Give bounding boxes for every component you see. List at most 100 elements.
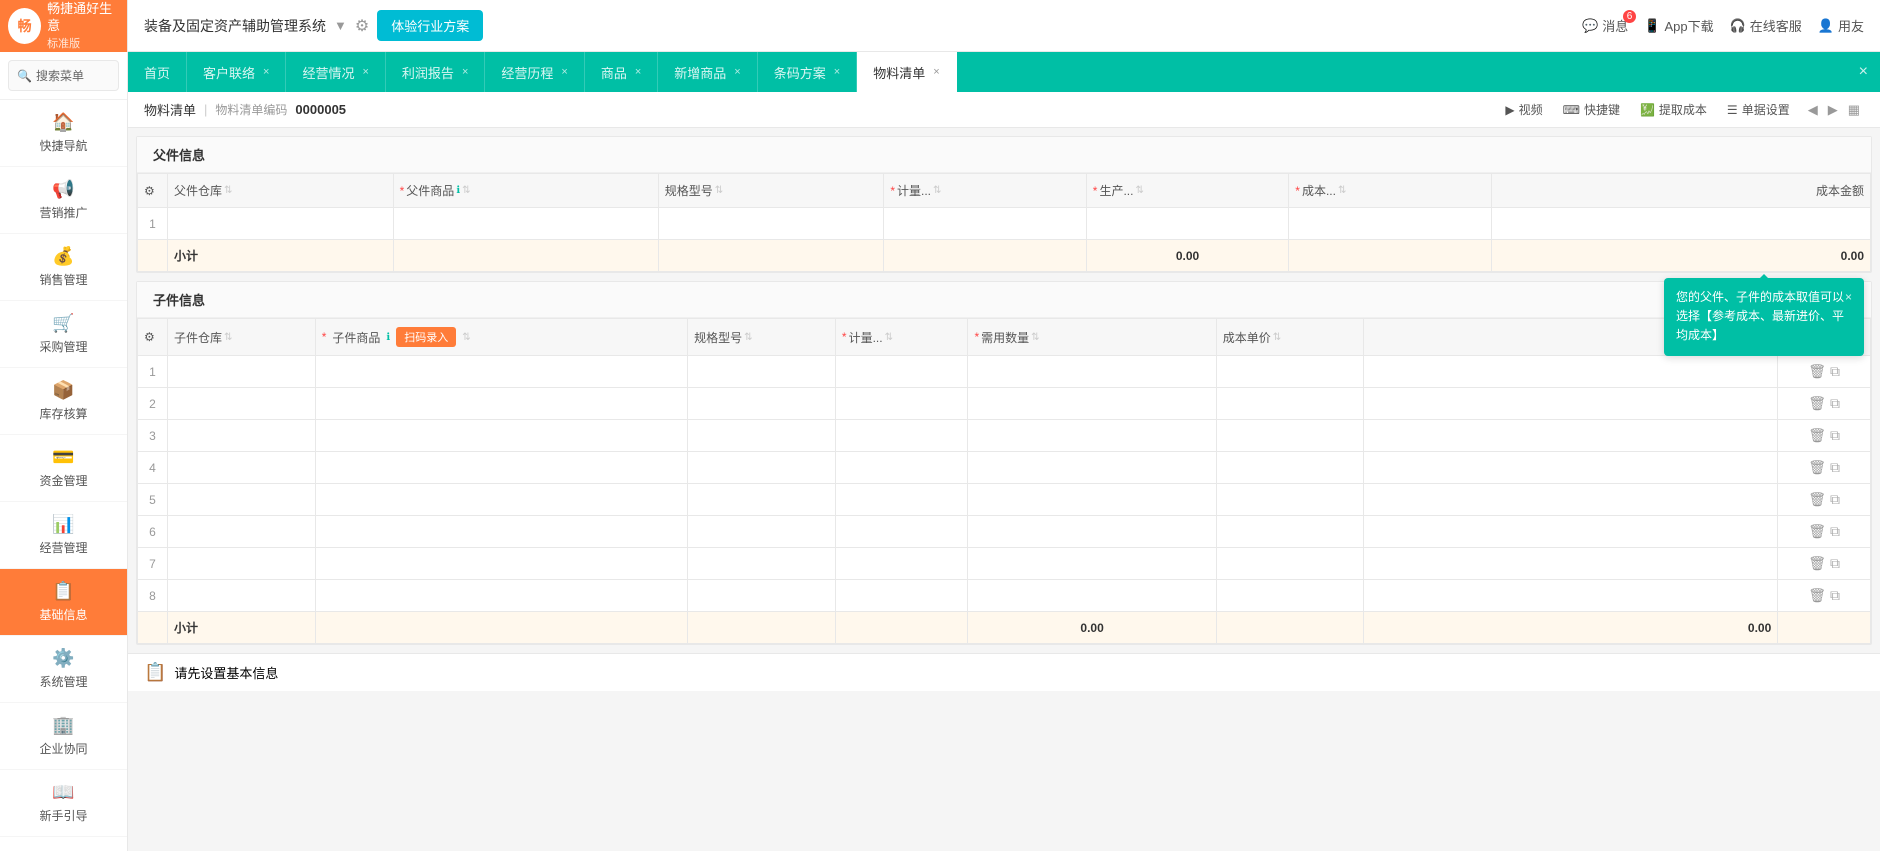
child-cell-product-3[interactable] <box>315 420 687 452</box>
copy-row-2-button[interactable]: ⧉ <box>1830 395 1840 412</box>
user-button[interactable]: 👤 用友 <box>1818 16 1864 35</box>
tab-close-barcode[interactable]: × <box>834 66 840 78</box>
settings-icon[interactable]: ⚙ <box>355 16 369 36</box>
child-product-info-icon[interactable]: ℹ <box>386 332 390 343</box>
sidebar-item-marketing[interactable]: 📢 营销推广 <box>0 167 127 234</box>
tab-operations-status[interactable]: 经营情况 × <box>286 52 385 92</box>
child-cell-product-8[interactable] <box>315 580 687 612</box>
child-cell-product-6[interactable] <box>315 516 687 548</box>
child-cell-warehouse-3[interactable] <box>168 420 316 452</box>
child-cell-warehouse-7[interactable] <box>168 548 316 580</box>
view-video-button[interactable]: ▶ 视频 <box>1499 97 1548 122</box>
child-cell-spec-8[interactable] <box>688 580 836 612</box>
copy-row-7-button[interactable]: ⧉ <box>1830 555 1840 572</box>
child-cell-spec-3[interactable] <box>688 420 836 452</box>
child-cell-unit-cost-7[interactable] <box>1216 548 1364 580</box>
online-service-button[interactable]: 🎧 在线客服 <box>1730 16 1802 35</box>
child-cell-required-qty-7[interactable] <box>968 548 1216 580</box>
delete-row-1-button[interactable]: 🗑 <box>1808 363 1826 380</box>
delete-row-4-button[interactable]: 🗑 <box>1808 459 1826 476</box>
sidebar-item-inventory[interactable]: 📦 库存核算 <box>0 368 127 435</box>
tab-barcode[interactable]: 条码方案 × <box>758 52 857 92</box>
copy-row-6-button[interactable]: ⧉ <box>1830 523 1840 540</box>
tab-new-products[interactable]: 新增商品 × <box>658 52 757 92</box>
child-cell-qty-unit-5[interactable] <box>835 484 968 516</box>
delete-row-2-button[interactable]: 🗑 <box>1808 395 1826 412</box>
copy-row-8-button[interactable]: ⧉ <box>1830 587 1840 604</box>
child-cell-product-1[interactable] <box>315 356 687 388</box>
child-cell-required-qty-6[interactable] <box>968 516 1216 548</box>
child-cell-qty-unit-4[interactable] <box>835 452 968 484</box>
child-cell-warehouse-4[interactable] <box>168 452 316 484</box>
child-cell-unit-cost-2[interactable] <box>1216 388 1364 420</box>
child-cell-unit-cost-4[interactable] <box>1216 452 1364 484</box>
tab-close-profit-report[interactable]: × <box>462 66 468 78</box>
child-cell-spec-6[interactable] <box>688 516 836 548</box>
tab-products[interactable]: 商品 × <box>585 52 658 92</box>
child-cell-warehouse-5[interactable] <box>168 484 316 516</box>
child-cell-required-qty-8[interactable] <box>968 580 1216 612</box>
tab-home[interactable]: 首页 <box>128 52 187 92</box>
child-cell-spec-7[interactable] <box>688 548 836 580</box>
child-cell-unit-cost-8[interactable] <box>1216 580 1364 612</box>
parent-cell-spec-1[interactable] <box>658 208 884 240</box>
tab-close-operations-status[interactable]: × <box>362 66 368 78</box>
parent-col-settings[interactable]: ⚙ <box>138 174 168 208</box>
child-cell-spec-4[interactable] <box>688 452 836 484</box>
child-cell-qty-unit-2[interactable] <box>835 388 968 420</box>
child-cell-qty-unit-7[interactable] <box>835 548 968 580</box>
tab-close-operations-history[interactable]: × <box>561 66 567 78</box>
child-cell-required-qty-1[interactable] <box>968 356 1216 388</box>
child-cell-required-qty-2[interactable] <box>968 388 1216 420</box>
child-cell-spec-2[interactable] <box>688 388 836 420</box>
child-cell-qty-unit-1[interactable] <box>835 356 968 388</box>
child-cell-unit-cost-1[interactable] <box>1216 356 1364 388</box>
next-arrow-icon[interactable]: ▶ <box>1824 100 1842 120</box>
sidebar-item-enterprise[interactable]: 🏢 企业协同 <box>0 703 127 770</box>
tab-close-bom[interactable]: × <box>933 66 939 78</box>
single-settings-button[interactable]: ☰ 单据设置 <box>1721 97 1796 122</box>
copy-row-3-button[interactable]: ⧉ <box>1830 427 1840 444</box>
child-cell-product-2[interactable] <box>315 388 687 420</box>
prev-arrow-icon[interactable]: ◀ <box>1804 100 1822 120</box>
child-col-settings[interactable]: ⚙ <box>138 319 168 356</box>
child-cell-warehouse-1[interactable] <box>168 356 316 388</box>
tooltip-close-button[interactable]: × <box>1845 288 1852 307</box>
delete-row-5-button[interactable]: 🗑 <box>1808 491 1826 508</box>
parent-cell-warehouse-1[interactable] <box>168 208 394 240</box>
parent-cell-production-1[interactable] <box>1086 208 1288 240</box>
child-cell-required-qty-4[interactable] <box>968 452 1216 484</box>
parent-cell-product-1[interactable] <box>393 208 658 240</box>
delete-row-7-button[interactable]: 🗑 <box>1808 555 1826 572</box>
sidebar-item-sales[interactable]: 💰 销售管理 <box>0 234 127 301</box>
parent-cell-qty-1[interactable] <box>884 208 1086 240</box>
app-download-button[interactable]: 📱 App下载 <box>1644 16 1713 35</box>
delete-row-3-button[interactable]: 🗑 <box>1808 427 1826 444</box>
messages-button[interactable]: 💬 消息 6 <box>1582 16 1628 35</box>
copy-row-5-button[interactable]: ⧉ <box>1830 491 1840 508</box>
child-cell-required-qty-5[interactable] <box>968 484 1216 516</box>
try-solution-button[interactable]: 体验行业方案 <box>377 10 483 41</box>
sidebar-item-basic-info[interactable]: 📋 基础信息 <box>0 569 127 636</box>
tab-customer[interactable]: 客户联络 × <box>187 52 286 92</box>
tab-close-products[interactable]: × <box>635 66 641 78</box>
child-cell-warehouse-6[interactable] <box>168 516 316 548</box>
tab-profit-report[interactable]: 利润报告 × <box>386 52 485 92</box>
child-cell-product-7[interactable] <box>315 548 687 580</box>
child-cell-unit-cost-5[interactable] <box>1216 484 1364 516</box>
extract-cost-button[interactable]: 💹 提取成本 <box>1634 97 1713 122</box>
tab-operations-history[interactable]: 经营历程 × <box>485 52 584 92</box>
child-cell-warehouse-8[interactable] <box>168 580 316 612</box>
child-cell-warehouse-2[interactable] <box>168 388 316 420</box>
shortcut-button[interactable]: ⌨ 快捷键 <box>1557 97 1626 122</box>
child-cell-required-qty-3[interactable] <box>968 420 1216 452</box>
parent-cell-cost-1[interactable] <box>1289 208 1491 240</box>
sidebar-item-operations[interactable]: 📊 经营管理 <box>0 502 127 569</box>
delete-row-8-button[interactable]: 🗑 <box>1808 587 1826 604</box>
child-cell-unit-cost-6[interactable] <box>1216 516 1364 548</box>
child-cell-product-5[interactable] <box>315 484 687 516</box>
child-cell-qty-unit-3[interactable] <box>835 420 968 452</box>
sidebar-item-purchase[interactable]: 🛒 采购管理 <box>0 301 127 368</box>
grid-icon[interactable]: ▦ <box>1844 100 1864 120</box>
sidebar-item-guide[interactable]: 📖 新手引导 <box>0 770 127 837</box>
